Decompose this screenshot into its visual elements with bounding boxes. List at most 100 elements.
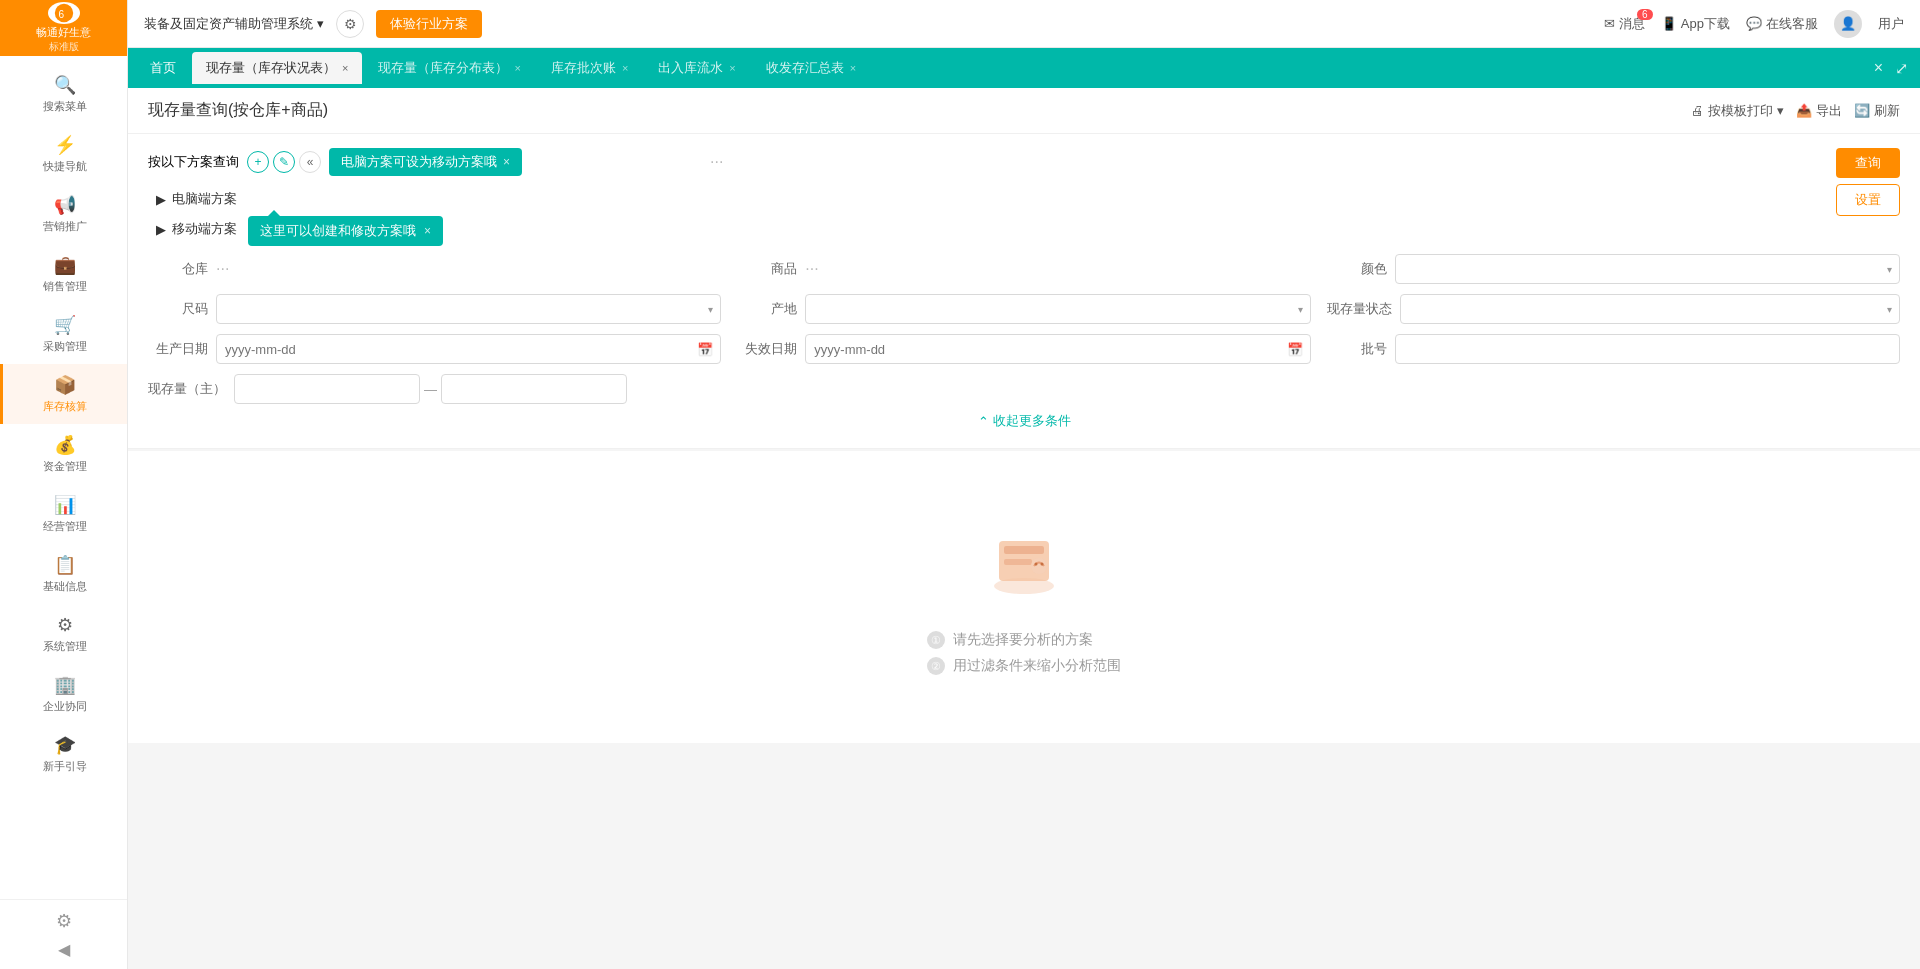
size-select[interactable]	[216, 294, 721, 324]
tab-home[interactable]: 首页	[136, 52, 190, 84]
color-select[interactable]	[1395, 254, 1900, 284]
prod-date-input[interactable]	[216, 334, 721, 364]
sidebar-item-inventory[interactable]: 📦 库存核算	[0, 364, 127, 424]
sidebar-item-search[interactable]: 🔍 搜索菜单	[0, 64, 127, 124]
tab-inventory-status[interactable]: 现存量（库存状况表） ×	[192, 52, 362, 84]
scheme-group-pc-title[interactable]: ▶ 电脑端方案	[148, 186, 308, 212]
industry-button[interactable]: 体验行业方案	[376, 10, 482, 38]
filter-action-icons: + ✎ «	[247, 151, 321, 173]
tab-close-icon[interactable]: ×	[729, 62, 735, 74]
logo: 6 畅通好生意 标准版	[0, 0, 127, 56]
sidebar-bottom: ⚙ ◀	[0, 899, 127, 969]
collapse-arrow-icon: ⌃	[978, 414, 989, 429]
dropdown-arrow-icon: ▾	[317, 16, 324, 31]
stock-status-select[interactable]	[1400, 294, 1900, 324]
scheme-box-pc[interactable]: 电脑方案可设为移动方案哦 ×	[329, 148, 522, 176]
filter-field-warehouse: 仓库 ···	[148, 260, 721, 278]
sidebar-item-label: 营销推广	[43, 219, 87, 234]
range-separator: —	[424, 382, 437, 397]
filter-area: 按以下方案查询 + ✎ « 电脑方案可设为移动方案哦 × ···	[128, 134, 1920, 449]
scheme-tooltip-close[interactable]: ×	[503, 155, 510, 169]
color-label: 颜色	[1327, 260, 1387, 278]
sidebar-item-marketing[interactable]: 📢 营销推广	[0, 184, 127, 244]
sidebar-item-basic[interactable]: 📋 基础信息	[0, 544, 127, 604]
filter-field-origin: 产地 ▾	[737, 294, 1310, 324]
back-scheme-button[interactable]: «	[299, 151, 321, 173]
refresh-icon: 🔄	[1854, 103, 1870, 118]
logo-text: 畅通好生意	[36, 26, 91, 39]
refresh-label: 刷新	[1874, 102, 1900, 120]
filter-field-size: 尺码 ▾	[148, 294, 721, 324]
tabbar-end: × ⤢	[1870, 59, 1912, 78]
tab-inventory-dist[interactable]: 现存量（库存分布表） ×	[364, 52, 534, 84]
refresh-button[interactable]: 🔄 刷新	[1854, 102, 1900, 120]
goods-dots[interactable]: ···	[805, 260, 818, 278]
tab-close-icon[interactable]: ×	[514, 62, 520, 74]
enterprise-icon: 🏢	[54, 674, 76, 696]
sidebar-item-operation[interactable]: 📊 经营管理	[0, 484, 127, 544]
sidebar-collapse-button[interactable]: ◀	[58, 940, 70, 959]
prod-date-wrap: 📅	[216, 334, 721, 364]
batch-input[interactable]	[1395, 334, 1900, 364]
filter-field-batch: 批号	[1327, 334, 1900, 364]
origin-select[interactable]	[805, 294, 1310, 324]
warehouse-dots[interactable]: ···	[216, 260, 229, 278]
size-select-wrap: ▾	[216, 294, 721, 324]
sidebar-item-label: 系统管理	[43, 639, 87, 654]
sidebar-item-purchase[interactable]: 🛒 采购管理	[0, 304, 127, 364]
tab-io-flow[interactable]: 出入库流水 ×	[644, 52, 749, 84]
message-button[interactable]: ✉ 消息 6	[1604, 15, 1645, 33]
tab-close-icon[interactable]: ×	[342, 62, 348, 74]
tab-close-icon[interactable]: ×	[622, 62, 628, 74]
tab-expand-button[interactable]: ⤢	[1891, 59, 1912, 78]
tab-batch-ledger[interactable]: 库存批次账 ×	[537, 52, 642, 84]
sidebar-item-sales[interactable]: 💼 销售管理	[0, 244, 127, 304]
user-avatar[interactable]: 👤	[1834, 10, 1862, 38]
tab-close-icon[interactable]: ×	[850, 62, 856, 74]
support-button[interactable]: 💬 在线客服	[1746, 15, 1818, 33]
filter-row-2: 尺码 ▾ 产地	[148, 294, 1900, 324]
tab-label: 现存量（库存状况表）	[206, 59, 336, 77]
empty-state: ① 请先选择要分析的方案 ② 用过滤条件来缩小分析范围	[128, 451, 1920, 743]
export-button[interactable]: 📤 导出	[1796, 102, 1842, 120]
scheme-box-label: 电脑方案可设为移动方案哦	[341, 153, 497, 171]
scheme-list-area: ▶ 电脑端方案 ▶ 移动端方案 这里可以创建和修改方案哦 ×	[148, 186, 1900, 246]
basic-icon: 📋	[54, 554, 76, 576]
tooltip2-close[interactable]: ×	[424, 224, 431, 238]
filter-rows: 仓库 ··· 商品 ··· 颜色 ▾	[148, 254, 1900, 404]
tab-home-label: 首页	[150, 59, 176, 77]
tab-close-all-button[interactable]: ×	[1870, 59, 1887, 77]
topbar-right: ✉ 消息 6 📱 App下载 💬 在线客服 👤 用户	[1604, 10, 1904, 38]
app-icon: 📱	[1661, 16, 1677, 31]
edit-scheme-button[interactable]: ✎	[273, 151, 295, 173]
reset-button[interactable]: 设置	[1836, 184, 1900, 216]
empty-tip-1: ① 请先选择要分析的方案	[927, 631, 1121, 649]
tab-collect-summary[interactable]: 收发存汇总表 ×	[752, 52, 870, 84]
quick-icon: ⚡	[54, 134, 76, 156]
sidebar-nav: 🔍 搜索菜单 ⚡ 快捷导航 📢 营销推广 💼 销售管理 🛒 采购管理 📦 库存核…	[0, 56, 127, 899]
sidebar-item-guide[interactable]: 🎓 新手引导	[0, 724, 127, 784]
sidebar-item-finance[interactable]: 💰 资金管理	[0, 424, 127, 484]
stock-qty-min[interactable]	[234, 374, 420, 404]
filter-more-dots1[interactable]: ···	[710, 153, 723, 171]
logo-badge: 标准版	[49, 40, 79, 54]
sidebar-item-enterprise[interactable]: 🏢 企业协同	[0, 664, 127, 724]
sidebar-item-quick[interactable]: ⚡ 快捷导航	[0, 124, 127, 184]
search-button[interactable]: 查询	[1836, 148, 1900, 178]
sidebar: 6 畅通好生意 标准版 🔍 搜索菜单 ⚡ 快捷导航 📢 营销推广 💼 销售管理 …	[0, 0, 128, 969]
topbar-settings-button[interactable]: ⚙	[336, 10, 364, 38]
purchase-icon: 🛒	[54, 314, 76, 336]
system-name-dropdown[interactable]: 装备及固定资产辅助管理系统 ▾	[144, 15, 324, 33]
settings-bottom-icon[interactable]: ⚙	[56, 910, 72, 932]
exp-date-input[interactable]	[805, 334, 1310, 364]
add-scheme-button[interactable]: +	[247, 151, 269, 173]
print-button[interactable]: 🖨 按模板打印 ▾	[1691, 102, 1784, 120]
svg-point-8	[1041, 563, 1044, 566]
collapse-row[interactable]: ⌃ 收起更多条件	[148, 404, 1900, 434]
stock-qty-max[interactable]	[441, 374, 627, 404]
sidebar-item-system[interactable]: ⚙ 系统管理	[0, 604, 127, 664]
print-arrow-icon: ▾	[1777, 103, 1784, 118]
app-download-button[interactable]: 📱 App下载	[1661, 15, 1730, 33]
svg-rect-4	[1004, 546, 1044, 554]
filter-field-color: 颜色 ▾	[1327, 254, 1900, 284]
